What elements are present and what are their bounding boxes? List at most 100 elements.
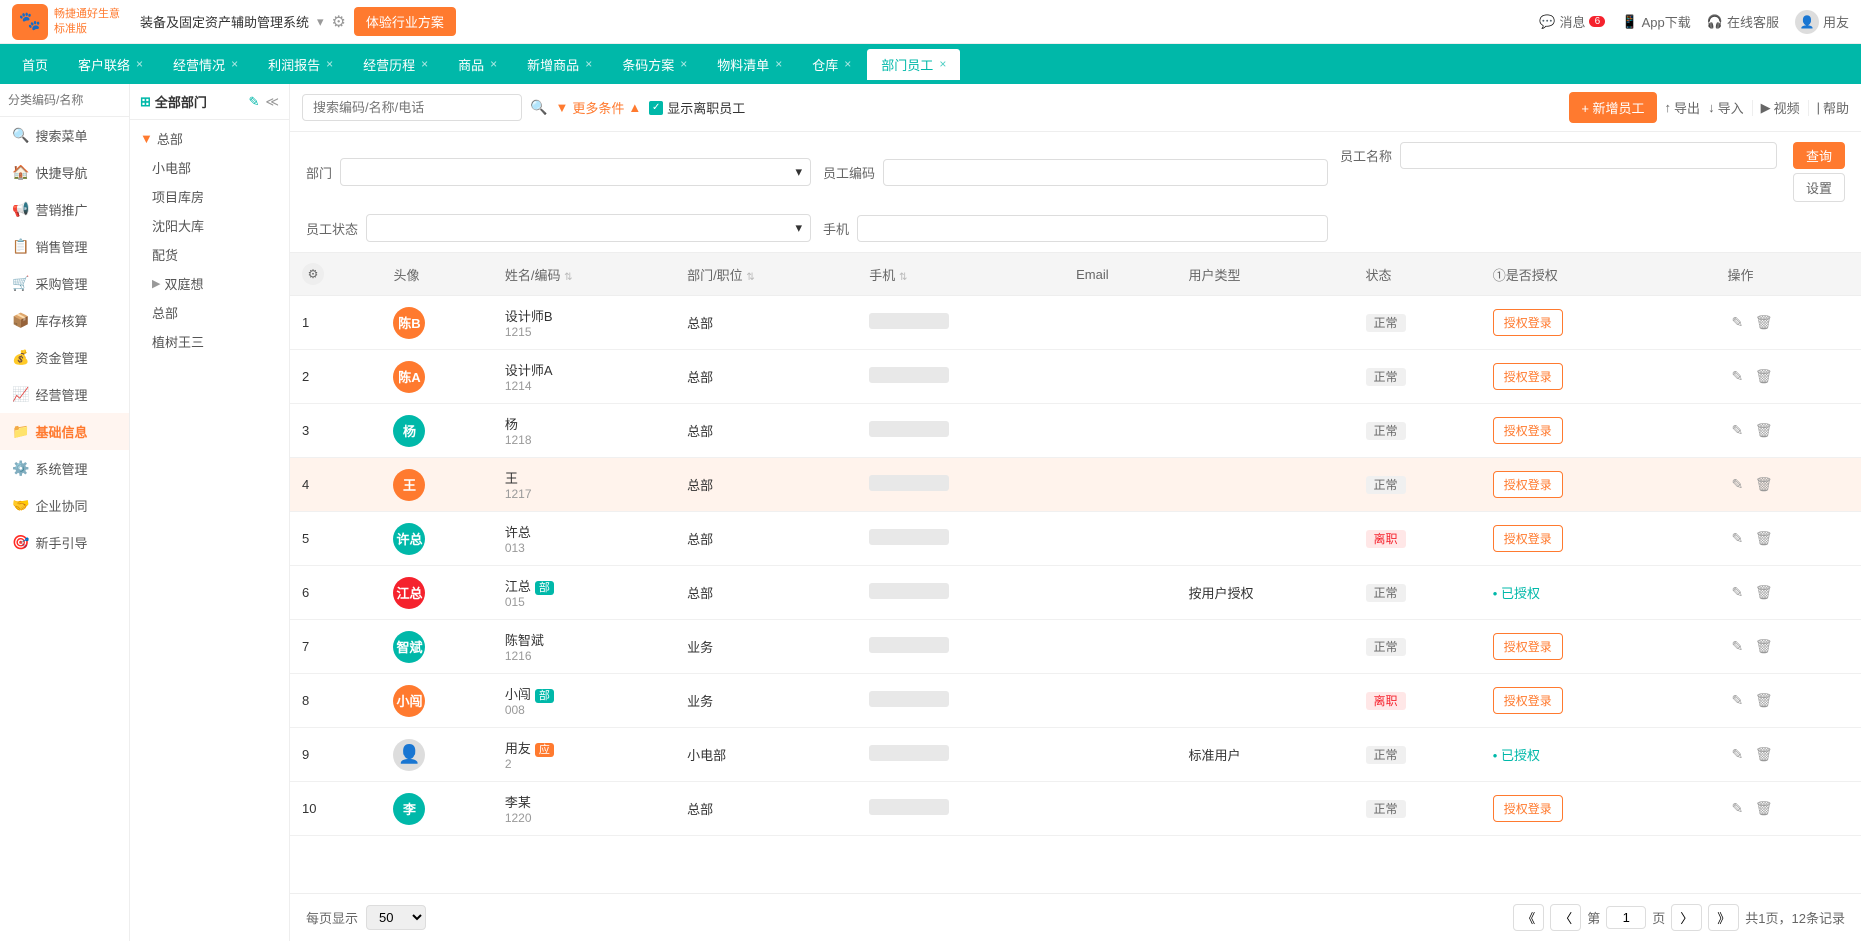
auth-login-button[interactable]: 授权登录 [1493, 795, 1563, 822]
add-employee-button[interactable]: + 新增员工 [1569, 92, 1656, 123]
auth-login-button[interactable]: 授权登录 [1493, 687, 1563, 714]
video-button[interactable]: ▶ 视频 [1761, 98, 1800, 117]
close-icon[interactable]: × [680, 57, 687, 71]
delete-button[interactable]: 🗑 [1751, 528, 1777, 549]
dept-edit-icon[interactable]: ✎ [248, 94, 259, 110]
delete-button[interactable]: 🗑 [1751, 474, 1777, 495]
edit-button[interactable]: ✎ [1727, 528, 1747, 549]
name-filter-input[interactable] [1400, 142, 1777, 169]
delete-button[interactable]: 🗑 [1751, 690, 1777, 711]
trial-button[interactable]: 体验行业方案 [354, 7, 456, 36]
edit-button[interactable]: ✎ [1727, 636, 1747, 657]
tab-bom[interactable]: 物料清单× [703, 49, 796, 80]
dept-node-shenyang[interactable]: 沈阳大库 [130, 211, 289, 240]
dept-node-parent[interactable]: ▼ 总部 [130, 124, 289, 153]
first-page-button[interactable]: 《 [1513, 904, 1544, 931]
dept-collapse-icon[interactable]: ≪ [265, 94, 279, 110]
sidebar-item-sales[interactable]: 📋 销售管理 [0, 228, 129, 265]
sidebar-item-search[interactable]: 🔍 搜索菜单 [0, 117, 129, 154]
auth-login-button[interactable]: 授权登录 [1493, 525, 1563, 552]
dept-node-zongbu[interactable]: 总部 [130, 298, 289, 327]
set-button[interactable]: 设置 [1793, 173, 1845, 202]
tab-goods[interactable]: 商品× [444, 49, 511, 80]
user-menu[interactable]: 👤 用友 [1795, 10, 1849, 34]
sidebar-item-quicknav[interactable]: 🏠 快捷导航 [0, 154, 129, 191]
sidebar-item-guide[interactable]: 🎯 新手引导 [0, 524, 129, 561]
show-inactive-toggle[interactable]: ✓ 显示离职员工 [649, 98, 745, 117]
col-name[interactable]: 姓名/编码 ⇅ [493, 253, 675, 296]
edit-button[interactable]: ✎ [1727, 474, 1747, 495]
dept-node-shuangtingxiang[interactable]: ▶ 双庭想 [130, 269, 289, 298]
delete-button[interactable]: 🗑 [1751, 636, 1777, 657]
edit-button[interactable]: ✎ [1727, 690, 1747, 711]
close-icon[interactable]: × [421, 57, 428, 71]
delete-button[interactable]: 🗑 [1751, 312, 1777, 333]
close-icon[interactable]: × [844, 57, 851, 71]
delete-button[interactable]: 🗑 [1751, 366, 1777, 387]
more-filter-button[interactable]: ▼ 更多条件 ▲ [555, 98, 641, 117]
query-button[interactable]: 查询 [1793, 142, 1845, 169]
sidebar-item-operation[interactable]: 📈 经营管理 [0, 376, 129, 413]
tab-warehouse[interactable]: 仓库× [798, 49, 865, 80]
tab-barcode[interactable]: 条码方案× [608, 49, 701, 80]
dept-node-delivery[interactable]: 配货 [130, 240, 289, 269]
sidebar-item-system[interactable]: ⚙️ 系统管理 [0, 450, 129, 487]
dropdown-arrow-icon[interactable]: ▾ [317, 14, 324, 30]
auth-login-button[interactable]: 授权登录 [1493, 309, 1563, 336]
edit-button[interactable]: ✎ [1727, 420, 1747, 441]
col-dept[interactable]: 部门/职位 ⇅ [675, 253, 857, 296]
close-icon[interactable]: × [136, 57, 143, 71]
tab-history[interactable]: 经营历程× [349, 49, 442, 80]
edit-button[interactable]: ✎ [1727, 582, 1747, 603]
gear-icon[interactable]: ⚙ [332, 12, 346, 32]
auth-login-button[interactable]: 授权登录 [1493, 417, 1563, 444]
auth-login-button[interactable]: 授权登录 [1493, 471, 1563, 498]
sidebar-item-purchase[interactable]: 🛒 采购管理 [0, 265, 129, 302]
close-icon[interactable]: × [326, 57, 333, 71]
tab-add-goods[interactable]: 新增商品× [513, 49, 606, 80]
dept-node-zhishu[interactable]: 植树王三 [130, 327, 289, 356]
close-icon[interactable]: × [585, 57, 592, 71]
status-select[interactable]: ▾ [366, 214, 811, 242]
all-dept-label[interactable]: ⊞ 全部部门 [140, 92, 207, 111]
tab-customer[interactable]: 客户联络× [64, 49, 157, 80]
close-icon[interactable]: × [939, 57, 946, 71]
search-button[interactable]: 🔍 [530, 99, 547, 116]
delete-button[interactable]: 🗑 [1751, 420, 1777, 441]
next-page-button[interactable]: 〉 [1671, 904, 1702, 931]
tab-operation[interactable]: 经营情况× [159, 49, 252, 80]
auth-login-button[interactable]: 授权登录 [1493, 633, 1563, 660]
sidebar-search-input[interactable] [8, 93, 130, 107]
delete-button[interactable]: 🗑 [1751, 798, 1777, 819]
tab-home[interactable]: 首页 [8, 49, 62, 80]
sidebar-item-collab[interactable]: 🤝 企业协同 [0, 487, 129, 524]
dept-select[interactable]: ▾ [340, 158, 811, 186]
tab-department[interactable]: 部门员工× [867, 49, 960, 80]
delete-button[interactable]: 🗑 [1751, 582, 1777, 603]
col-settings[interactable]: ⚙ [290, 253, 381, 296]
sidebar-item-marketing[interactable]: 📢 营销推广 [0, 191, 129, 228]
phone-filter-input[interactable] [857, 215, 1328, 242]
search-input[interactable] [302, 94, 522, 121]
prev-page-button[interactable]: 〈 [1550, 904, 1581, 931]
last-page-button[interactable]: 》 [1708, 904, 1739, 931]
auth-login-button[interactable]: 授权登录 [1493, 363, 1563, 390]
app-download-button[interactable]: 📱 App下载 [1621, 12, 1690, 31]
current-page-input[interactable] [1606, 906, 1646, 929]
tab-profit[interactable]: 利润报告× [254, 49, 347, 80]
edit-button[interactable]: ✎ [1727, 366, 1747, 387]
sidebar-item-finance[interactable]: 💰 资金管理 [0, 339, 129, 376]
dept-node-xiaodibu[interactable]: 小电部 [130, 153, 289, 182]
close-icon[interactable]: × [231, 57, 238, 71]
import-button[interactable]: ↓ 导入 [1708, 98, 1744, 117]
edit-button[interactable]: ✎ [1727, 798, 1747, 819]
help-button[interactable]: | 帮助 [1817, 98, 1849, 117]
dept-node-project[interactable]: 项目库房 [130, 182, 289, 211]
edit-button[interactable]: ✎ [1727, 744, 1747, 765]
export-button[interactable]: ↑ 导出 [1665, 98, 1701, 117]
code-filter-input[interactable] [883, 159, 1328, 186]
page-size-select[interactable]: 50 20 100 [366, 905, 426, 930]
sidebar-item-basic[interactable]: 📁 基础信息 [0, 413, 129, 450]
online-service-button[interactable]: 🎧 在线客服 [1707, 12, 1779, 31]
close-icon[interactable]: × [775, 57, 782, 71]
